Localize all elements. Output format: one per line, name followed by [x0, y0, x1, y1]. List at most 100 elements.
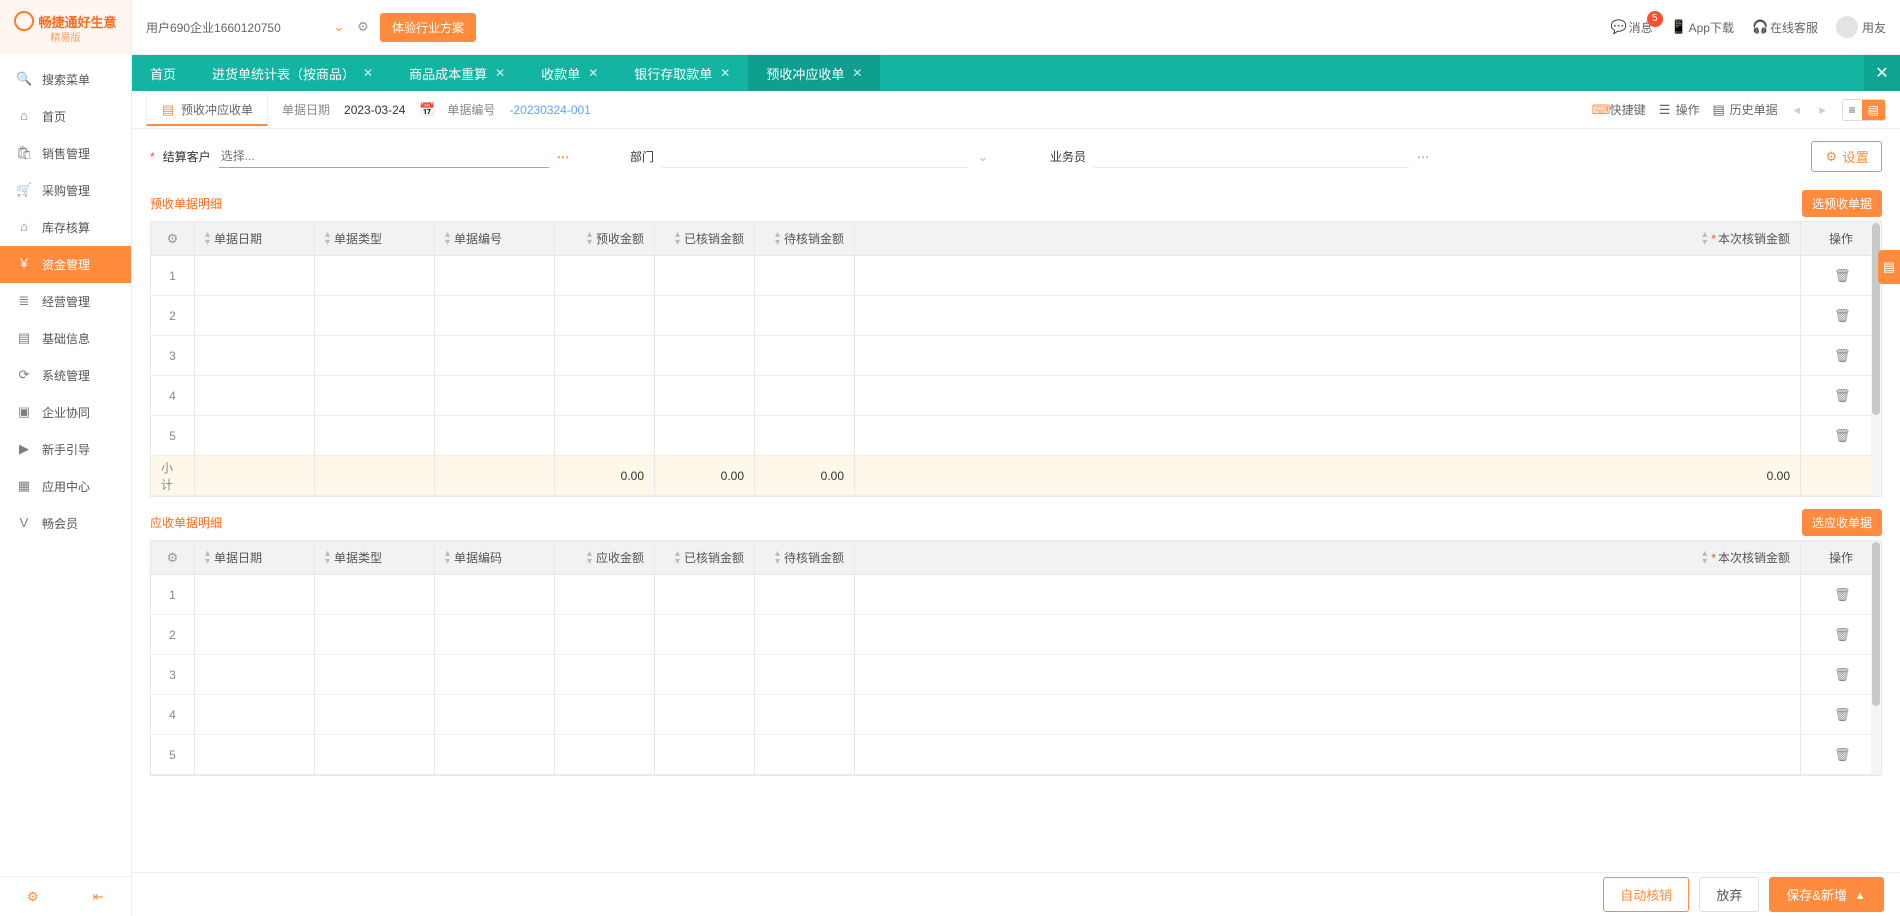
sidebar-item-guide[interactable]: ▶新手引导 — [0, 431, 131, 468]
delete-icon[interactable]: 🗑 — [1834, 748, 1848, 762]
calendar-icon[interactable]: 📅 — [419, 103, 433, 117]
support-button[interactable]: 🎧 在线客服 — [1752, 19, 1818, 36]
col-type[interactable]: ▴▾单据类型 — [315, 541, 435, 574]
delete-icon[interactable]: 🗑 — [1834, 588, 1848, 602]
col-verified[interactable]: ▴▾已核销金额 — [655, 541, 755, 574]
side-drawer-toggle[interactable]: ▤ — [1878, 250, 1900, 284]
table-row[interactable]: 4🗑 — [151, 376, 1881, 416]
col-type[interactable]: ▴▾单据类型 — [315, 222, 435, 255]
delete-icon[interactable]: 🗑 — [1834, 349, 1848, 363]
sidebar-item-info[interactable]: ▤基础信息 — [0, 320, 131, 357]
select-prepay-button[interactable]: 选预收单据 — [1802, 190, 1882, 217]
table-row[interactable]: 2🗑 — [151, 615, 1881, 655]
tab[interactable]: 预收冲应收单✕ — [748, 55, 880, 91]
scrollbar[interactable] — [1871, 541, 1881, 775]
delete-icon[interactable]: 🗑 — [1834, 389, 1848, 403]
col-date[interactable]: ▴▾单据日期 — [195, 541, 315, 574]
view-card[interactable]: ▤ — [1862, 100, 1885, 120]
table-row[interactable]: 5🗑 — [151, 735, 1881, 775]
sidebar-item-label: 资金管理 — [42, 256, 90, 273]
sidebar: 畅捷通好生意 精易版 🔍搜索菜单⌂首页🛍销售管理🛒采购管理⌂库存核算￥资金管理≣… — [0, 0, 132, 916]
dept-input[interactable] — [662, 145, 968, 168]
customer-more-icon[interactable]: ⋯ — [557, 150, 570, 164]
col-op: 操作 — [1801, 222, 1881, 255]
delete-icon[interactable]: 🗑 — [1834, 429, 1848, 443]
col-this[interactable]: ▴▾*本次核销金额 — [855, 222, 1801, 255]
table-row[interactable]: 4🗑 — [151, 695, 1881, 735]
col-amount[interactable]: ▴▾预收金额 — [555, 222, 655, 255]
sidebar-item-home[interactable]: ⌂首页 — [0, 98, 131, 135]
settings-icon[interactable]: ⚙ — [26, 890, 40, 904]
sidebar-item-vip[interactable]: V畅会员 — [0, 505, 131, 542]
gear-column[interactable]: ⚙ — [151, 541, 195, 574]
view-list[interactable]: ≡ — [1843, 100, 1862, 120]
fund-icon: ￥ — [16, 257, 32, 273]
next-icon[interactable]: ▸ — [1816, 103, 1830, 117]
close-icon[interactable]: ✕ — [720, 66, 730, 80]
document-tab[interactable]: ▤ 预收冲应收单 — [146, 94, 268, 126]
sidebar-item-apps[interactable]: ▦应用中心 — [0, 468, 131, 505]
sidebar-item-search[interactable]: 🔍搜索菜单 — [0, 61, 131, 98]
sidebar-item-sys[interactable]: ⟳系统管理 — [0, 357, 131, 394]
history-button[interactable]: ▤历史单据 — [1712, 101, 1778, 118]
table-row[interactable]: 3🗑 — [151, 336, 1881, 376]
col-this[interactable]: ▴▾*本次核销金额 — [855, 541, 1801, 574]
delete-icon[interactable]: 🗑 — [1834, 708, 1848, 722]
shortcut-button[interactable]: ⌨快捷键 — [1592, 101, 1646, 118]
table-row[interactable]: 5🗑 — [151, 416, 1881, 456]
trial-button[interactable]: 体验行业方案 — [380, 13, 476, 42]
close-icon[interactable]: ✕ — [363, 66, 373, 80]
delete-icon[interactable]: 🗑 — [1834, 269, 1848, 283]
tab[interactable]: 银行存取款单✕ — [616, 55, 748, 91]
collapse-icon[interactable]: ⇤ — [91, 890, 105, 904]
gear-icon[interactable]: ⚙ — [356, 20, 370, 34]
col-verified[interactable]: ▴▾已核销金额 — [655, 222, 755, 255]
col-pending[interactable]: ▴▾待核销金额 — [755, 222, 855, 255]
sales-more-icon[interactable]: ⋯ — [1417, 150, 1430, 164]
gear-column[interactable]: ⚙ — [151, 222, 195, 255]
save-button[interactable]: 保存&新增▴ — [1769, 877, 1884, 912]
discard-button[interactable]: 放弃 — [1699, 877, 1759, 912]
close-icon[interactable]: ✕ — [495, 66, 505, 80]
sales-input[interactable] — [1094, 145, 1409, 168]
tab[interactable]: 首页 — [132, 55, 194, 91]
prev-icon[interactable]: ◂ — [1790, 103, 1804, 117]
app-download-button[interactable]: 📱 App下载 — [1671, 19, 1734, 36]
sidebar-item-label: 企业协同 — [42, 404, 90, 421]
col-code[interactable]: ▴▾单据编号 — [435, 222, 555, 255]
sidebar-item-cart[interactable]: 🛒采购管理 — [0, 172, 131, 209]
auto-verify-button[interactable]: 自动核销 — [1603, 877, 1689, 912]
tab[interactable]: 商品成本重算✕ — [391, 55, 523, 91]
table-row[interactable]: 1🗑 — [151, 575, 1881, 615]
delete-icon[interactable]: 🗑 — [1834, 309, 1848, 323]
sidebar-item-fund[interactable]: ￥ 资金管理 — [0, 246, 131, 283]
tab[interactable]: 收款单✕ — [523, 55, 616, 91]
org-selector[interactable]: 用户690企业1660120750 ⌄ — [146, 19, 346, 36]
table-row[interactable]: 3🗑 — [151, 655, 1881, 695]
col-pending[interactable]: ▴▾待核销金额 — [755, 541, 855, 574]
close-icon[interactable]: ✕ — [588, 66, 598, 80]
close-all-tabs[interactable]: ✕ — [1864, 55, 1900, 91]
close-icon[interactable]: ✕ — [852, 66, 862, 80]
tab[interactable]: 进货单统计表（按商品）✕ — [194, 55, 391, 91]
col-date[interactable]: ▴▾单据日期 — [195, 222, 315, 255]
sidebar-item-bag[interactable]: 🛍销售管理 — [0, 135, 131, 172]
col-amount[interactable]: ▴▾应收金额 — [555, 541, 655, 574]
table-row[interactable]: 2🗑 — [151, 296, 1881, 336]
doc-date[interactable]: 2023-03-24 — [344, 103, 405, 117]
table-row[interactable]: 1🗑 — [151, 256, 1881, 296]
settings-button[interactable]: ⚙设置 — [1811, 141, 1882, 172]
customer-input[interactable] — [219, 145, 549, 168]
user-menu[interactable]: 用友 — [1836, 16, 1886, 38]
chevron-down-icon[interactable]: ⌄ — [976, 150, 990, 164]
messages-button[interactable]: 💬 消息 5 — [1611, 19, 1653, 36]
sidebar-item-coop[interactable]: ▣企业协同 — [0, 394, 131, 431]
doc-code[interactable]: -20230324-001 — [509, 103, 590, 117]
sidebar-item-stock[interactable]: ⌂库存核算 — [0, 209, 131, 246]
col-code[interactable]: ▴▾单据编码 — [435, 541, 555, 574]
delete-icon[interactable]: 🗑 — [1834, 628, 1848, 642]
sidebar-item-biz[interactable]: ≣经营管理 — [0, 283, 131, 320]
select-receivable-button[interactable]: 选应收单据 — [1802, 509, 1882, 536]
operate-button[interactable]: ☰操作 — [1658, 101, 1700, 118]
delete-icon[interactable]: 🗑 — [1834, 668, 1848, 682]
